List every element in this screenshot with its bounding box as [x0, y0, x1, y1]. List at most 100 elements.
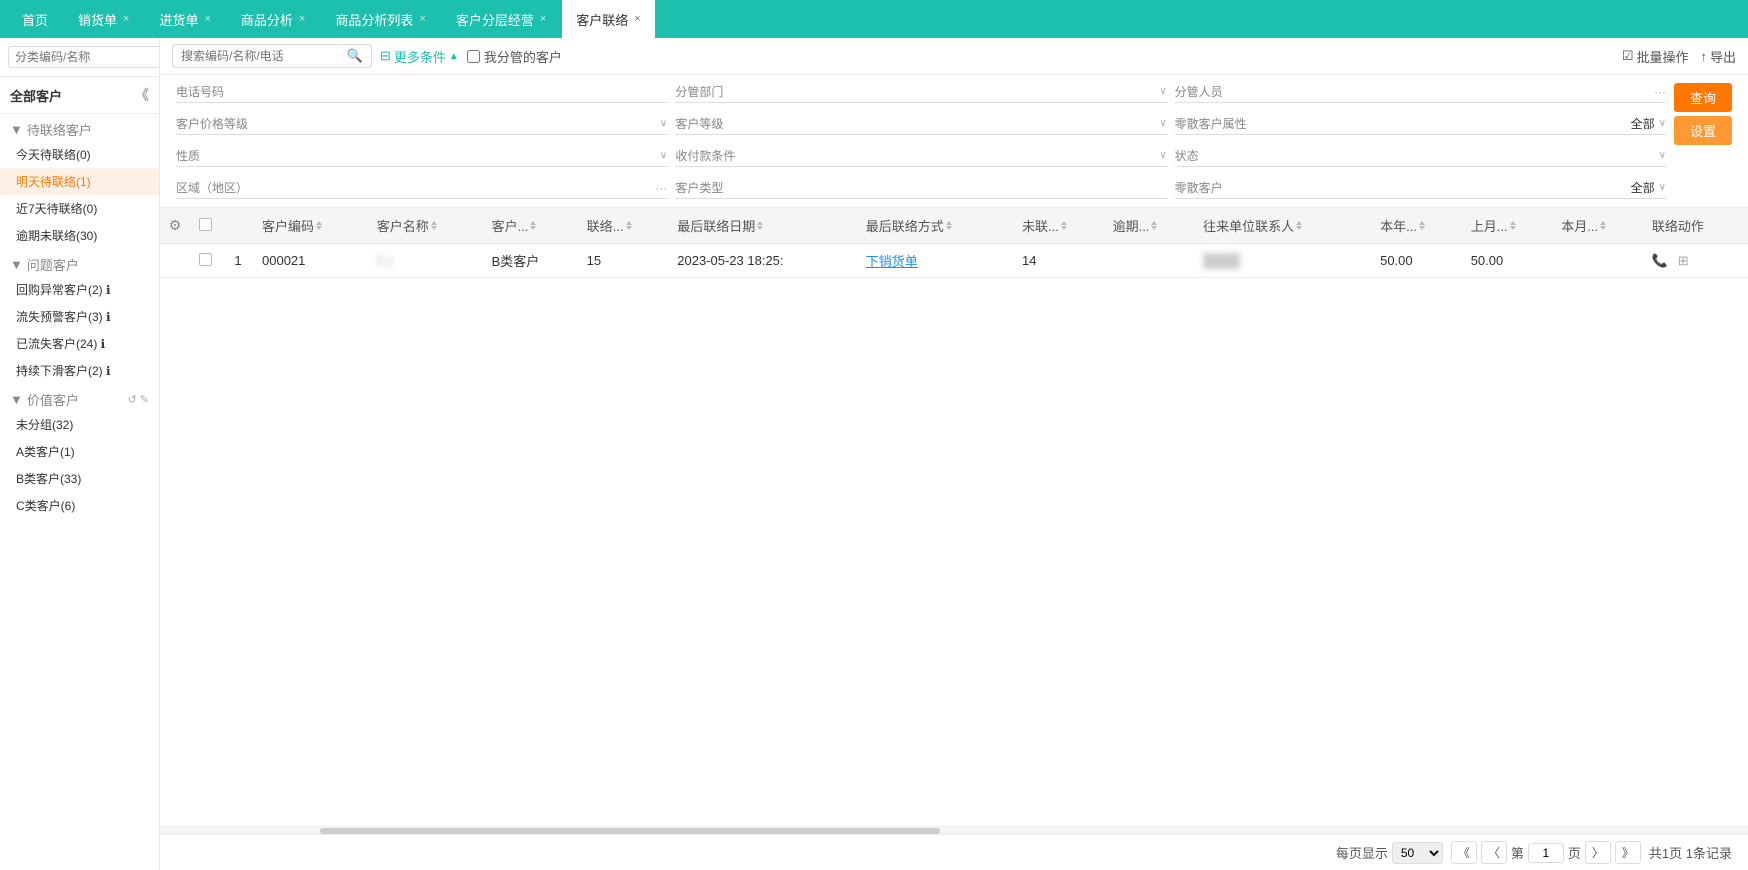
scrollbar-thumb[interactable] — [320, 828, 940, 834]
page-prev-btn[interactable]: 〈 — [1481, 841, 1507, 864]
th-actions: 联络动作 — [1646, 208, 1748, 244]
table-header-row: ⚙ 客户编码 客户名称 客户... 联络... 最后联络日期 最后联络方式 未联… — [160, 208, 1748, 244]
filter-retail-attr-select[interactable]: 全部 ∨ — [1253, 115, 1666, 132]
action-phone-icon[interactable]: 📞 — [1652, 253, 1668, 268]
td-code: 000021 — [256, 244, 371, 278]
set-button[interactable]: 设置 — [1674, 116, 1732, 145]
td-this-month — [1555, 244, 1646, 278]
td-type: B类客户 — [486, 244, 581, 278]
th-type[interactable]: 客户... — [486, 208, 581, 244]
sidebar-item-class-a[interactable]: A类客户(1) — [0, 438, 159, 465]
filter-nature-select[interactable]: ∨ — [206, 150, 667, 161]
nav-customer-layer-close[interactable]: × — [540, 13, 546, 25]
nav-analysis-list[interactable]: 商品分析列表 × — [321, 0, 439, 38]
td-checkbox[interactable] — [190, 244, 220, 278]
page-next-btn[interactable]: 〉 — [1585, 841, 1611, 864]
page-first-btn[interactable]: 《 — [1451, 841, 1477, 864]
row-checkbox[interactable] — [199, 253, 212, 266]
filter-region-select[interactable]: ··· — [254, 181, 667, 195]
last-method-link[interactable]: 下销货单 — [866, 254, 918, 269]
filter-payment: 收付款条件 ∨ — [675, 147, 1166, 167]
filter-manager-select[interactable]: ··· — [1229, 85, 1666, 99]
query-button[interactable]: 查询 — [1674, 83, 1732, 112]
header-checkbox[interactable] — [199, 218, 212, 231]
nav-analysis-list-close[interactable]: × — [419, 13, 425, 25]
nav-analysis[interactable]: 商品分析 × — [227, 0, 319, 38]
sidebar-item-7days[interactable]: 近7天待联络(0) — [0, 195, 159, 222]
nav-sales-close[interactable]: × — [123, 13, 129, 25]
th-overdue[interactable]: 逾期... — [1107, 208, 1198, 244]
sidebar-item-tomorrow[interactable]: 明天待联络(1) — [0, 168, 159, 195]
page-size-select[interactable]: 50 10 20 100 — [1392, 842, 1443, 864]
th-unit-contact[interactable]: 往来单位联系人 — [1197, 208, 1374, 244]
top-navigation: 首页 销货单 × 进货单 × 商品分析 × 商品分析列表 × 客户分层经营 × … — [0, 0, 1748, 38]
th-last-date[interactable]: 最后联络日期 — [671, 208, 860, 244]
sidebar-item-repurchase-abnormal[interactable]: 回购异常客户(2) ℹ — [0, 276, 159, 303]
horizontal-scrollbar[interactable] — [160, 826, 1748, 834]
my-customers-checkbox[interactable] — [467, 50, 480, 63]
sidebar-group-problem[interactable]: ▼ 问题客户 — [0, 249, 159, 276]
nav-customer-contact-close[interactable]: × — [634, 13, 640, 25]
sidebar-item-lost-warning[interactable]: 流失预警客户(3) ℹ — [0, 303, 159, 330]
th-code[interactable]: 客户编码 — [256, 208, 371, 244]
th-last-month[interactable]: 上月... — [1465, 208, 1556, 244]
nav-purchase[interactable]: 进货单 × — [145, 0, 224, 38]
th-this-year[interactable]: 本年... — [1374, 208, 1465, 244]
filter-status-select[interactable]: ∨ — [1205, 150, 1666, 161]
sidebar-group-pending[interactable]: ▼ 待联络客户 — [0, 114, 159, 141]
sidebar-item-class-b[interactable]: B类客户(33) — [0, 465, 159, 492]
filter-retail-customer-select[interactable]: 全部 ∨ — [1229, 179, 1666, 196]
nav-purchase-close[interactable]: × — [204, 13, 210, 25]
sidebar-item-class-c[interactable]: C类客户(6) — [0, 492, 159, 519]
table-area: ⚙ 客户编码 客户名称 客户... 联络... 最后联络日期 最后联络方式 未联… — [160, 208, 1748, 826]
page-number-input[interactable] — [1528, 843, 1564, 863]
page-last-btn[interactable]: 》 — [1615, 841, 1641, 864]
status-dropdown-icon: ∨ — [1659, 150, 1666, 161]
nav-customer-layer[interactable]: 客户分层经营 × — [442, 0, 560, 38]
filter-customer-type-input[interactable] — [729, 181, 1166, 195]
more-filter-btn[interactable]: ⊟ 更多条件 ▲ — [380, 47, 459, 66]
th-this-month[interactable]: 本月... — [1555, 208, 1646, 244]
export-btn[interactable]: ↑ 导出 — [1700, 47, 1736, 66]
nav-sales[interactable]: 销货单 × — [64, 0, 143, 38]
td-last-date: 2023-05-23 18:25: — [671, 244, 860, 278]
th-name[interactable]: 客户名称 — [371, 208, 486, 244]
th-settings[interactable]: ⚙ — [160, 208, 190, 244]
my-customers-checkbox-label[interactable]: 我分管的客户 — [467, 47, 562, 66]
checkmark-icon: ☑ — [1622, 48, 1634, 64]
nav-analysis-close[interactable]: × — [299, 13, 305, 25]
sidebar-item-declining[interactable]: 持续下滑客户(2) ℹ — [0, 357, 159, 384]
search-icon[interactable]: 🔍 — [347, 48, 363, 64]
customer-table: ⚙ 客户编码 客户名称 客户... 联络... 最后联络日期 最后联络方式 未联… — [160, 208, 1748, 278]
sidebar-search-area: 🔍 — [0, 38, 159, 77]
sidebar-all-customers[interactable]: 全部客户 《 — [0, 77, 159, 114]
search-input[interactable] — [181, 49, 343, 63]
batch-operation-btn[interactable]: ☑ 批量操作 — [1622, 47, 1689, 66]
filter-customer-level-select[interactable]: ∨ — [729, 118, 1166, 129]
sidebar-search-input[interactable] — [8, 46, 160, 68]
filter-price-level-select[interactable]: ∨ — [254, 118, 667, 129]
th-not-contacted[interactable]: 未联... — [1016, 208, 1107, 244]
filter-dept-select[interactable]: ∨ — [729, 86, 1166, 97]
td-last-method[interactable]: 下销货单 — [860, 244, 1016, 278]
sort-icon-unit-contact — [1296, 221, 1302, 230]
filter-payment-select[interactable]: ∨ — [741, 150, 1166, 161]
sidebar-item-today[interactable]: 今天待联络(0) — [0, 141, 159, 168]
sidebar-item-lost[interactable]: 已流失客户(24) ℹ — [0, 330, 159, 357]
th-checkbox[interactable] — [190, 208, 220, 244]
action-more-icon[interactable]: ⊞ — [1678, 253, 1689, 268]
filter-manager: 分管人员 ··· — [1175, 83, 1666, 103]
filter-row-4: 区域（地区） ··· 客户类型 零散客户 全部 — [176, 179, 1666, 199]
sidebar-group-value[interactable]: ▼ 价值客户 ↺ ✎ — [0, 384, 159, 411]
sidebar-item-overdue[interactable]: 逾期未联络(30) — [0, 222, 159, 249]
filter-phone-input[interactable] — [230, 85, 667, 99]
filter-retail-customer: 零散客户 全部 ∨ — [1175, 179, 1666, 199]
sidebar-collapse-btn[interactable]: 《 — [135, 85, 149, 105]
th-last-method[interactable]: 最后联络方式 — [860, 208, 1016, 244]
sidebar-item-ungrouped[interactable]: 未分组(32) — [0, 411, 159, 438]
value-customer-edit[interactable]: ↺ ✎ — [128, 393, 150, 406]
th-contacts[interactable]: 联络... — [581, 208, 672, 244]
nav-customer-contact[interactable]: 客户联络 × — [562, 0, 654, 38]
nav-home[interactable]: 首页 — [8, 0, 62, 38]
gear-icon[interactable]: ⚙ — [169, 217, 182, 233]
